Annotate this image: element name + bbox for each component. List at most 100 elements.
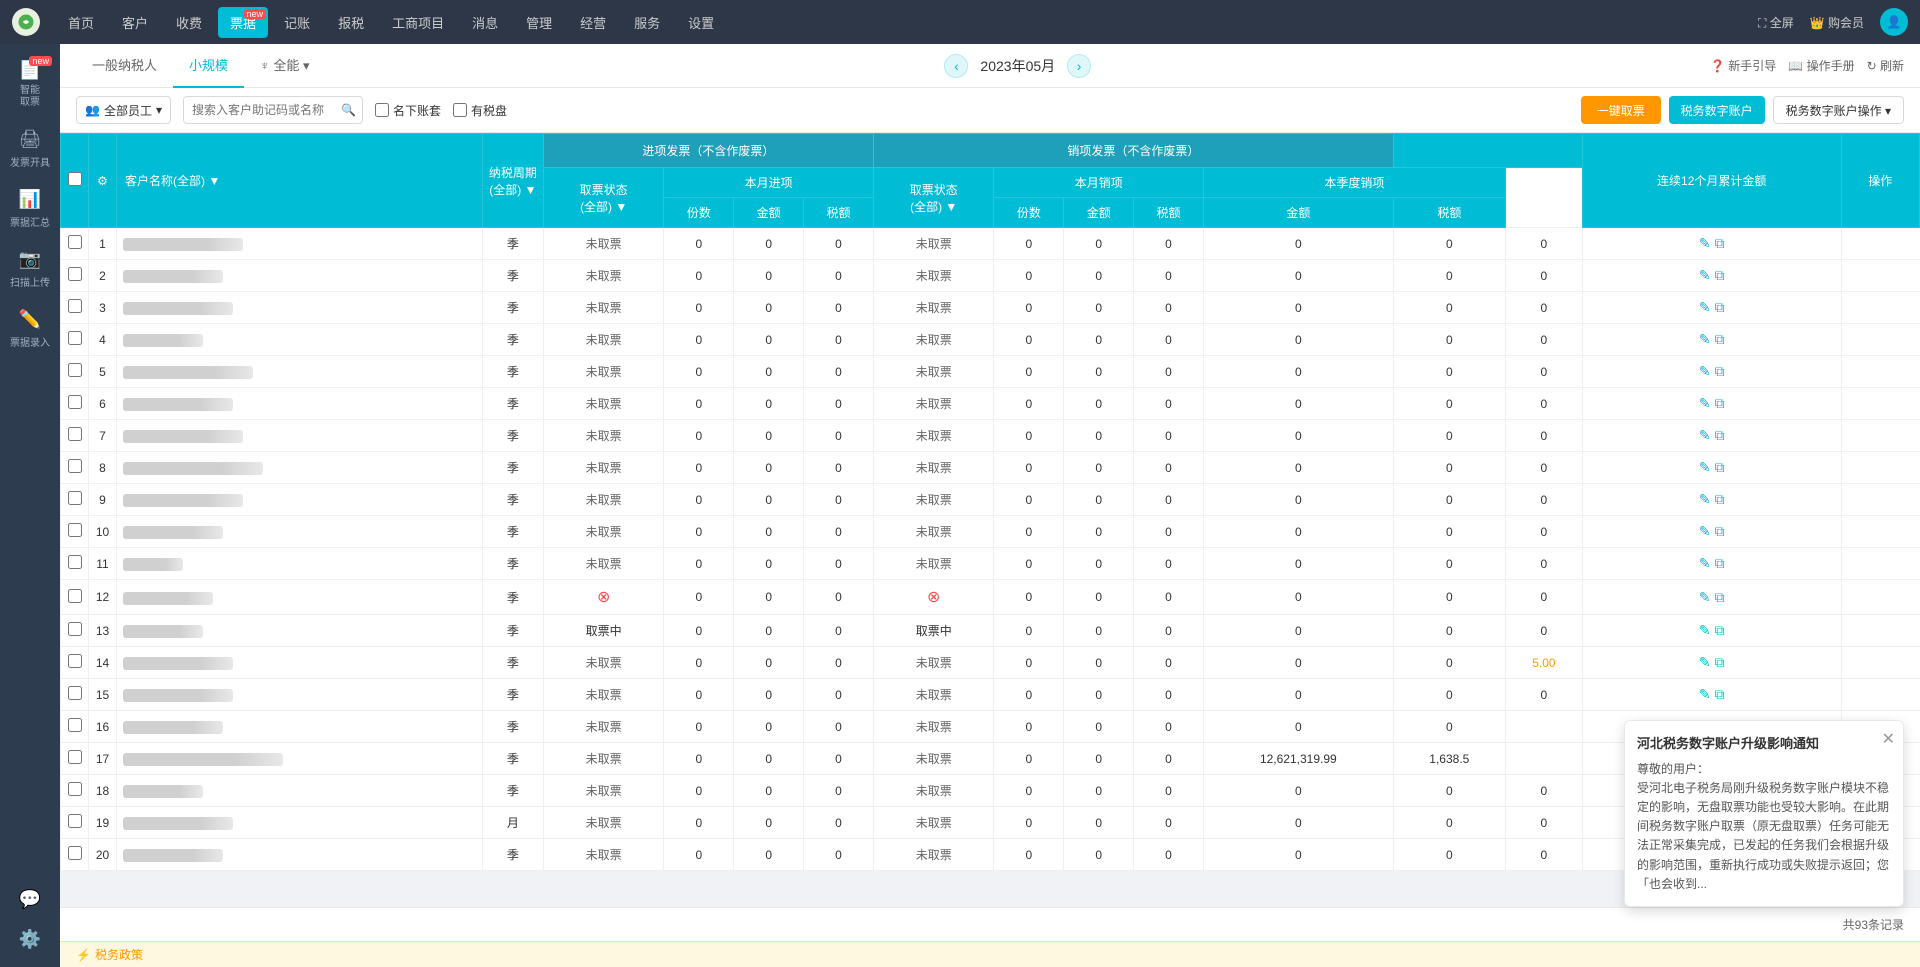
nav-message[interactable]: 消息 [460, 7, 510, 38]
row-select-checkbox[interactable] [68, 267, 82, 281]
copy-icon[interactable]: ⧉ [1715, 331, 1725, 348]
row-select-checkbox[interactable] [68, 363, 82, 377]
copy-icon[interactable]: ⧉ [1715, 523, 1725, 540]
copy-icon[interactable]: ⧉ [1715, 622, 1725, 639]
row-select-checkbox[interactable] [68, 718, 82, 732]
guide-link[interactable]: ❓ 新手引导 [1710, 57, 1776, 74]
row-in-count: 0 [664, 324, 734, 356]
edit-icon[interactable]: ✎ [1699, 555, 1711, 572]
nav-business[interactable]: 工商项目 [380, 7, 456, 38]
row-select-checkbox[interactable] [68, 782, 82, 796]
copy-icon[interactable]: ⧉ [1715, 235, 1725, 252]
row-period: 季 [482, 775, 543, 807]
select-all-checkbox[interactable] [68, 172, 82, 186]
copy-icon[interactable]: ⧉ [1715, 555, 1725, 572]
refresh-link[interactable]: ↻ 刷新 [1867, 57, 1904, 74]
digital-account-btn[interactable]: 税务数字账户 [1669, 96, 1765, 124]
sidebar-item-entry[interactable]: ✏️ 票据录入 [4, 301, 56, 357]
checkbox-taxdisk[interactable]: 有税盘 [453, 102, 507, 119]
logo[interactable] [12, 8, 40, 36]
copy-icon[interactable]: ⧉ [1715, 427, 1725, 444]
notification-close-btn[interactable]: ✕ [1882, 729, 1895, 749]
fullscreen-btn[interactable]: ⛶ 全屏 [1758, 14, 1794, 31]
row-select-checkbox[interactable] [68, 846, 82, 860]
copy-icon[interactable]: ⧉ [1715, 299, 1725, 316]
sidebar-item-open-invoice[interactable]: 🖨 发票开具 [4, 121, 56, 177]
sidebar-item-smart-ticket[interactable]: 📄 new 智能取票 [4, 52, 56, 117]
edit-icon[interactable]: ✎ [1699, 267, 1711, 284]
row-select-checkbox[interactable] [68, 750, 82, 764]
manual-link[interactable]: 📖 操作手册 [1788, 57, 1854, 74]
blurred-name: ████████████ [123, 238, 243, 251]
tab-small-scale[interactable]: 小规模 [173, 44, 244, 88]
row-select-checkbox[interactable] [68, 622, 82, 636]
edit-icon[interactable]: ✎ [1699, 235, 1711, 252]
taxdisk-checkbox[interactable] [453, 103, 467, 117]
nav-operation[interactable]: 经营 [568, 7, 618, 38]
edit-icon[interactable]: ✎ [1699, 459, 1711, 476]
row-select-checkbox[interactable] [68, 814, 82, 828]
tax-policy-text[interactable]: 税务政策 [95, 946, 143, 963]
nav-settings[interactable]: 设置 [676, 7, 726, 38]
sidebar-item-summary[interactable]: 📊 票据汇总 [4, 181, 56, 237]
checkbox-subaccount[interactable]: 名下账套 [375, 102, 441, 119]
copy-icon[interactable]: ⧉ [1715, 459, 1725, 476]
member-btn[interactable]: 👑 购会员 [1810, 14, 1864, 31]
row-select-checkbox[interactable] [68, 459, 82, 473]
copy-icon[interactable]: ⧉ [1715, 686, 1725, 703]
nav-service[interactable]: 服务 [622, 7, 672, 38]
nav-invoice[interactable]: 票据 new [218, 7, 268, 38]
nav-accounting[interactable]: 记账 [272, 7, 322, 38]
edit-icon[interactable]: ✎ [1699, 427, 1711, 444]
edit-icon[interactable]: ✎ [1699, 686, 1711, 703]
employee-select[interactable]: 👥 全部员工 ▾ [76, 96, 171, 124]
nav-customer[interactable]: 客户 [110, 7, 160, 38]
nav-home[interactable]: 首页 [56, 7, 106, 38]
edit-icon[interactable]: ✎ [1699, 363, 1711, 380]
row-select-checkbox[interactable] [68, 427, 82, 441]
copy-icon[interactable]: ⧉ [1715, 267, 1725, 284]
fetch-ticket-btn[interactable]: 一键取票 [1581, 96, 1661, 124]
row-select-checkbox[interactable] [68, 589, 82, 603]
prev-period-btn[interactable]: ‹ [944, 54, 968, 78]
row-select-checkbox[interactable] [68, 654, 82, 668]
edit-icon[interactable]: ✎ [1699, 299, 1711, 316]
search-input[interactable] [184, 103, 335, 117]
tab-all[interactable]: ♆ 全能 ▾ [244, 44, 326, 88]
row-select-checkbox[interactable] [68, 491, 82, 505]
copy-icon[interactable]: ⧉ [1715, 363, 1725, 380]
row-period: 月 [482, 807, 543, 839]
digital-account-ops-btn[interactable]: 税务数字账户操作 ▾ [1773, 96, 1904, 124]
edit-icon[interactable]: ✎ [1699, 331, 1711, 348]
sidebar-message-icon[interactable]: 💬 [14, 883, 46, 915]
row-in-count: 0 [664, 580, 734, 615]
row-out-status: 未取票 [873, 484, 994, 516]
row-select-checkbox[interactable] [68, 555, 82, 569]
copy-icon[interactable]: ⧉ [1715, 654, 1725, 671]
row-select-checkbox[interactable] [68, 235, 82, 249]
user-avatar[interactable]: 👤 [1880, 8, 1908, 36]
edit-icon[interactable]: ✎ [1699, 654, 1711, 671]
copy-icon[interactable]: ⧉ [1715, 395, 1725, 412]
edit-icon[interactable]: ✎ [1699, 491, 1711, 508]
row-select-checkbox[interactable] [68, 523, 82, 537]
search-box[interactable]: 🔍 [183, 96, 363, 124]
edit-icon[interactable]: ✎ [1699, 523, 1711, 540]
sidebar-item-scan[interactable]: 📷 扫描上传 [4, 241, 56, 297]
edit-icon[interactable]: ✎ [1699, 589, 1711, 606]
row-select-checkbox[interactable] [68, 686, 82, 700]
subaccount-checkbox[interactable] [375, 103, 389, 117]
sidebar-settings-icon[interactable]: ⚙️ [14, 923, 46, 955]
nav-manage[interactable]: 管理 [514, 7, 564, 38]
row-select-checkbox[interactable] [68, 395, 82, 409]
copy-icon[interactable]: ⧉ [1715, 491, 1725, 508]
nav-fee[interactable]: 收费 [164, 7, 214, 38]
edit-icon[interactable]: ✎ [1699, 395, 1711, 412]
tab-general-taxpayer[interactable]: 一般纳税人 [76, 44, 173, 88]
row-select-checkbox[interactable] [68, 299, 82, 313]
row-select-checkbox[interactable] [68, 331, 82, 345]
copy-icon[interactable]: ⧉ [1715, 589, 1725, 606]
next-period-btn[interactable]: › [1067, 54, 1091, 78]
nav-tax[interactable]: 报税 [326, 7, 376, 38]
edit-icon[interactable]: ✎ [1699, 622, 1711, 639]
